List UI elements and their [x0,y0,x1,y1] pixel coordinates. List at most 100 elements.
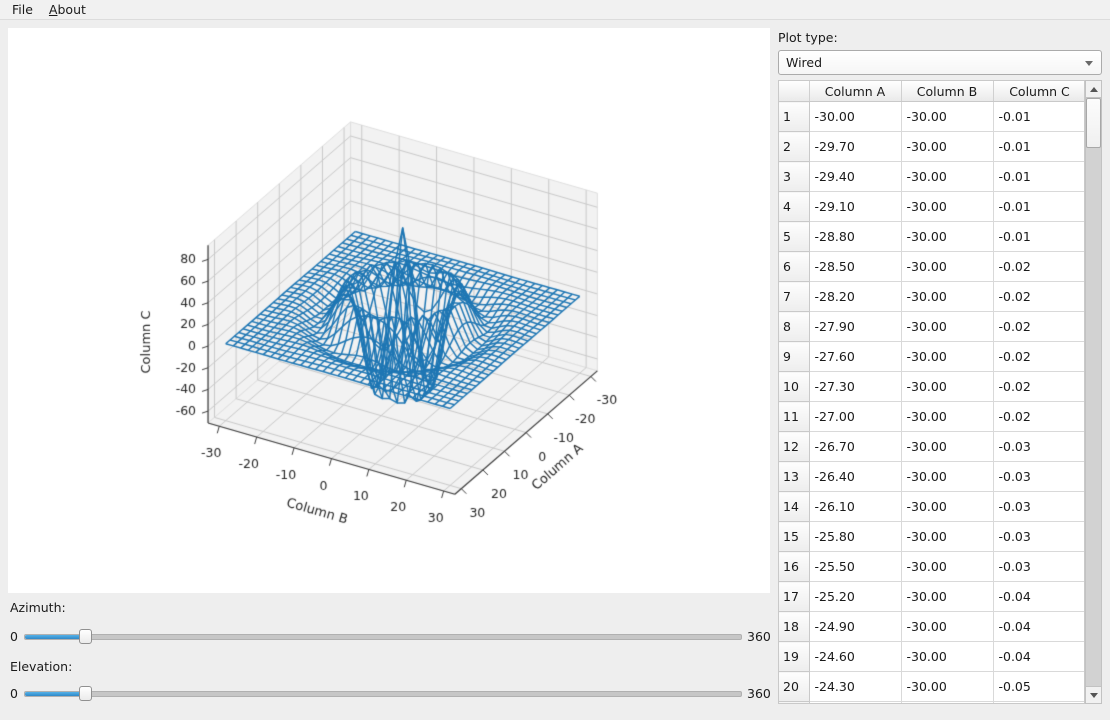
cell-column-a[interactable]: -24.90 [809,612,901,642]
table-row[interactable]: 14 -26.10 -30.00 -0.03 [779,492,1085,522]
cell-column-a[interactable]: -27.60 [809,342,901,372]
table-row[interactable]: 3 -29.40 -30.00 -0.01 [779,162,1085,192]
cell-column-b[interactable]: -30.00 [901,432,993,462]
cell-column-c[interactable]: -0.05 [993,672,1085,702]
table-row[interactable]: 1 -30.00 -30.00 -0.01 [779,102,1085,132]
cell-column-c[interactable]: -0.01 [993,192,1085,222]
cell-column-c[interactable]: -0.04 [993,642,1085,672]
table-row[interactable]: 20 -24.30 -30.00 -0.05 [779,672,1085,702]
cell-column-a[interactable]: -29.40 [809,162,901,192]
cell-column-c[interactable]: -0.02 [993,342,1085,372]
cell-column-a[interactable]: -30.00 [809,102,901,132]
cell-column-b[interactable]: -30.00 [901,132,993,162]
cell-column-c[interactable]: -0.02 [993,402,1085,432]
cell-column-b[interactable]: -30.00 [901,522,993,552]
cell-column-b[interactable]: -30.00 [901,402,993,432]
cell-column-c[interactable]: -0.03 [993,552,1085,582]
cell-column-c[interactable]: -0.01 [993,162,1085,192]
row-number-cell[interactable]: 18 [779,612,809,642]
cell-column-b[interactable]: -30.00 [901,222,993,252]
cell-column-b[interactable]: -30.00 [901,192,993,222]
cell-column-c[interactable]: -0.02 [993,372,1085,402]
cell-column-c[interactable]: -0.03 [993,522,1085,552]
table-row[interactable]: 13 -26.40 -30.00 -0.03 [779,462,1085,492]
cell-column-b[interactable]: -30.00 [901,612,993,642]
cell-column-b[interactable]: -30.00 [901,492,993,522]
menu-about[interactable]: About [41,0,94,20]
table-row[interactable]: 10 -27.30 -30.00 -0.02 [779,372,1085,402]
cell-column-c[interactable]: -0.03 [993,432,1085,462]
cell-column-a[interactable]: -27.30 [809,372,901,402]
row-number-cell[interactable]: 19 [779,642,809,672]
row-number-cell[interactable]: 11 [779,402,809,432]
scrollbar-thumb[interactable] [1086,98,1101,148]
table-row[interactable]: 17 -25.20 -30.00 -0.04 [779,582,1085,612]
row-number-cell[interactable]: 16 [779,552,809,582]
row-number-cell[interactable]: 12 [779,432,809,462]
row-number-cell[interactable] [779,702,809,705]
cell-column-a[interactable]: -24.60 [809,642,901,672]
azimuth-slider-handle[interactable] [79,629,92,644]
cell-column-a[interactable]: -28.50 [809,252,901,282]
column-c-header[interactable]: Column C [993,81,1085,102]
cell-column-b[interactable]: -30.00 [901,102,993,132]
row-number-cell[interactable]: 1 [779,102,809,132]
cell-column-b[interactable] [901,702,993,705]
scroll-up-button[interactable] [1086,81,1101,98]
column-a-header[interactable]: Column A [809,81,901,102]
cell-column-a[interactable]: -27.00 [809,402,901,432]
cell-column-c[interactable]: -0.02 [993,252,1085,282]
scroll-down-button[interactable] [1086,686,1101,703]
cell-column-b[interactable]: -30.00 [901,462,993,492]
cell-column-b[interactable]: -30.00 [901,672,993,702]
elevation-slider-handle[interactable] [79,686,92,701]
cell-column-b[interactable]: -30.00 [901,552,993,582]
cell-column-b[interactable]: -30.00 [901,582,993,612]
azimuth-slider-track[interactable] [24,634,742,640]
elevation-slider[interactable]: 0 360 [0,685,770,701]
azimuth-slider[interactable]: 0 360 [0,628,770,644]
cell-column-b[interactable]: -30.00 [901,252,993,282]
cell-column-b[interactable]: -30.00 [901,162,993,192]
cell-column-c[interactable]: -0.01 [993,132,1085,162]
cell-column-b[interactable]: -30.00 [901,642,993,672]
table-scrollbar[interactable] [1085,80,1102,704]
cell-column-a[interactable]: -28.80 [809,222,901,252]
row-number-cell[interactable]: 2 [779,132,809,162]
cell-column-a[interactable]: -29.10 [809,192,901,222]
cell-column-a[interactable]: -24.30 [809,672,901,702]
row-number-cell[interactable]: 9 [779,342,809,372]
cell-column-a[interactable]: -26.10 [809,492,901,522]
table-row[interactable]: 2 -29.70 -30.00 -0.01 [779,132,1085,162]
cell-column-c[interactable]: -0.02 [993,282,1085,312]
row-number-cell[interactable]: 6 [779,252,809,282]
table-row[interactable]: 19 -24.60 -30.00 -0.04 [779,642,1085,672]
row-number-cell[interactable]: 17 [779,582,809,612]
menu-file[interactable]: File [4,0,41,20]
wireframe-3d-plot[interactable] [8,28,770,593]
table-row[interactable]: 5 -28.80 -30.00 -0.01 [779,222,1085,252]
cell-column-a[interactable]: -26.70 [809,432,901,462]
cell-column-a[interactable]: -25.50 [809,552,901,582]
table-row[interactable] [779,702,1085,705]
cell-column-c[interactable]: -0.02 [993,312,1085,342]
cell-column-a[interactable]: -27.90 [809,312,901,342]
cell-column-a[interactable]: -29.70 [809,132,901,162]
cell-column-b[interactable]: -30.00 [901,342,993,372]
table-row[interactable]: 18 -24.90 -30.00 -0.04 [779,612,1085,642]
row-number-cell[interactable]: 7 [779,282,809,312]
plot-type-dropdown[interactable]: Wired [778,50,1102,75]
elevation-slider-track[interactable] [24,691,742,697]
table-row[interactable]: 16 -25.50 -30.00 -0.03 [779,552,1085,582]
table-row[interactable]: 4 -29.10 -30.00 -0.01 [779,192,1085,222]
cell-column-a[interactable]: -26.40 [809,462,901,492]
cell-column-c[interactable]: -0.03 [993,462,1085,492]
table-row[interactable]: 6 -28.50 -30.00 -0.02 [779,252,1085,282]
cell-column-a[interactable]: -25.20 [809,582,901,612]
table-row[interactable]: 11 -27.00 -30.00 -0.02 [779,402,1085,432]
row-number-cell[interactable]: 8 [779,312,809,342]
cell-column-b[interactable]: -30.00 [901,372,993,402]
row-number-cell[interactable]: 5 [779,222,809,252]
column-b-header[interactable]: Column B [901,81,993,102]
data-table[interactable]: Column A Column B Column C 1 -30.00 -30.… [778,80,1085,704]
